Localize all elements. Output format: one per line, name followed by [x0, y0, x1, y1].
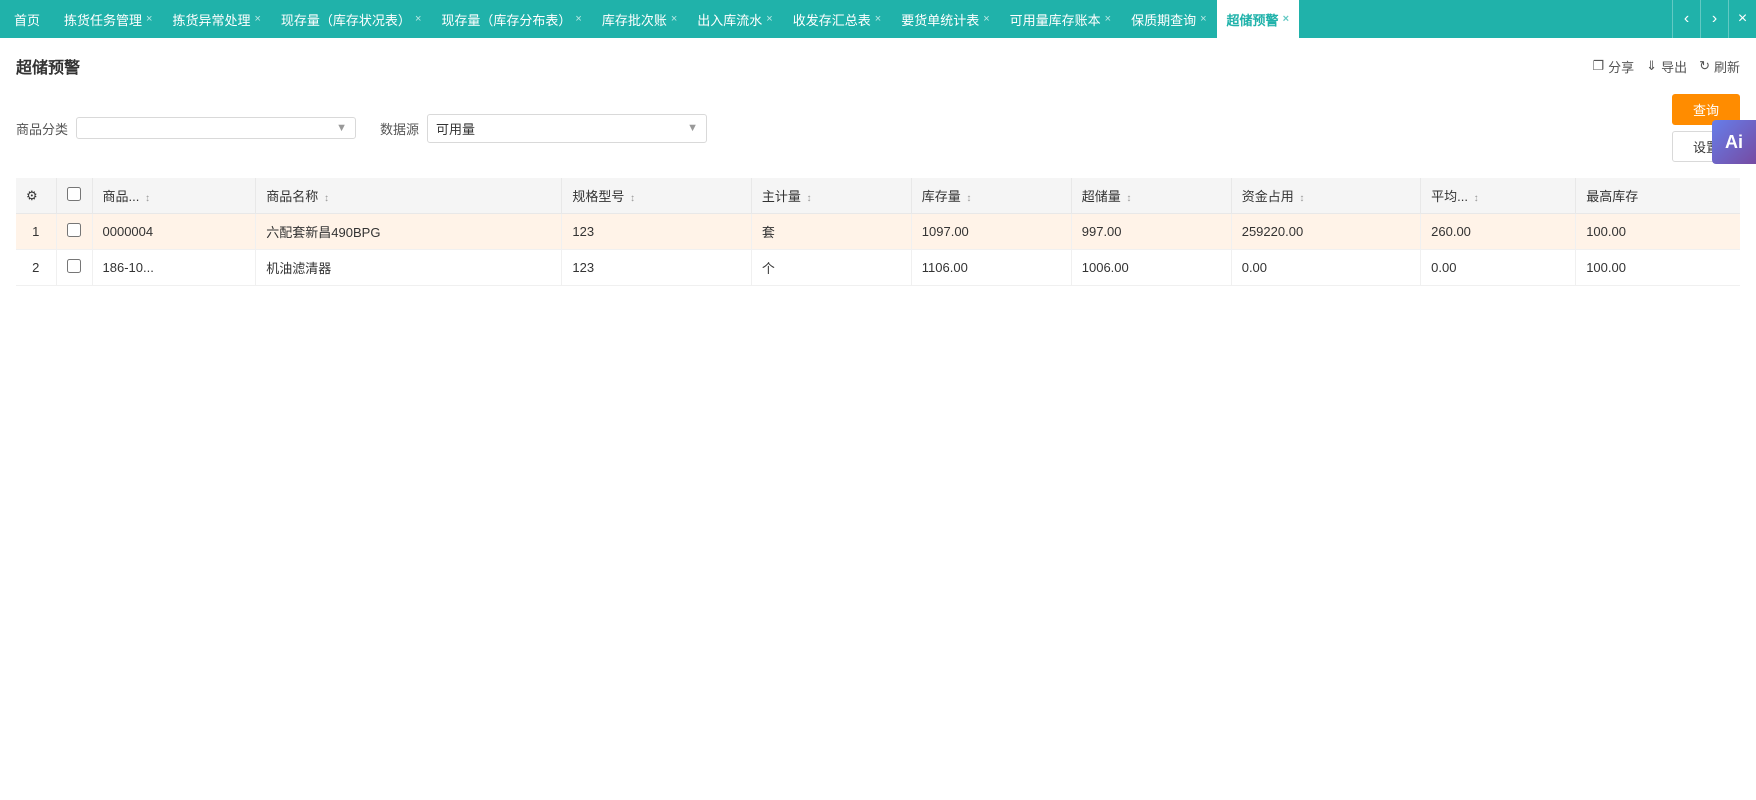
col-capital-sort-icon: ↕ — [1299, 193, 1304, 204]
refresh-action[interactable]: ↻ 刷新 — [1699, 57, 1740, 76]
col-header-checkbox[interactable] — [56, 178, 92, 214]
nav-arrow-close[interactable]: × — [1728, 0, 1756, 38]
export-icon: ⇓ — [1646, 58, 1657, 74]
tab-11[interactable]: 超储预警 × — [1217, 0, 1299, 38]
tab-8[interactable]: 要货单统计表 × — [891, 0, 999, 38]
tab-2[interactable]: 拣货异常处理 × — [162, 0, 270, 38]
col-header-settings[interactable]: ⚙ — [16, 178, 56, 214]
col-unit-sort-icon: ↕ — [806, 193, 811, 204]
datasource-select[interactable]: 可用量 ▼ — [427, 114, 707, 143]
tab-6-close[interactable]: × — [766, 13, 772, 25]
tab-2-close[interactable]: × — [254, 13, 260, 25]
row-over: 997.00 — [1071, 214, 1231, 250]
row-max: 100.00 — [1576, 250, 1740, 286]
data-table: ⚙ 商品... ↕ 商品名称 ↕ 规格型号 ↕ 主计量 — [16, 178, 1740, 286]
col-header-unit[interactable]: 主计量 ↕ — [751, 178, 911, 214]
table-body: 1 0000004 六配套新昌490BPG 123 套 1097.00 997.… — [16, 214, 1740, 286]
row-avg: 260.00 — [1421, 214, 1576, 250]
table-header: ⚙ 商品... ↕ 商品名称 ↕ 规格型号 ↕ 主计量 — [16, 178, 1740, 214]
filter-bar: 商品分类 ▼ 数据源 可用量 ▼ 查询 设置 — [16, 94, 1740, 162]
row-checkbox[interactable] — [67, 259, 81, 273]
share-action[interactable]: ❐ 分享 — [1592, 57, 1634, 76]
tab-10-close[interactable]: × — [1200, 13, 1206, 25]
row-code: 186-10... — [92, 250, 256, 286]
tab-3[interactable]: 现存量（库存状况表） × — [271, 0, 431, 38]
nav-arrows: ‹ › × — [1672, 0, 1756, 38]
tab-4-close[interactable]: × — [575, 13, 581, 25]
tab-5-close[interactable]: × — [671, 13, 677, 25]
tab-4[interactable]: 现存量（库存分布表） × — [431, 0, 591, 38]
col-header-code[interactable]: 商品... ↕ — [92, 178, 256, 214]
row-spec: 123 — [562, 250, 751, 286]
row-checkbox-cell[interactable] — [56, 250, 92, 286]
category-dropdown-icon: ▼ — [336, 122, 347, 134]
row-capital: 259220.00 — [1231, 214, 1420, 250]
tab-5[interactable]: 库存批次账 × — [592, 0, 687, 38]
nav-arrow-left[interactable]: ‹ — [1672, 0, 1700, 38]
col-header-avg[interactable]: 平均... ↕ — [1421, 178, 1576, 214]
row-checkbox-cell[interactable] — [56, 214, 92, 250]
tab-9[interactable]: 可用量库存账本 × — [1000, 0, 1121, 38]
category-filter-group: 商品分类 ▼ — [16, 117, 356, 139]
col-over-sort-icon: ↕ — [1126, 193, 1131, 204]
tab-7-close[interactable]: × — [875, 13, 881, 25]
tab-9-close[interactable]: × — [1105, 13, 1111, 25]
page-title: 超储预警 — [16, 54, 80, 78]
tab-6[interactable]: 出入库流水 × — [687, 0, 782, 38]
page-container: 超储预警 ❐ 分享 ⇓ 导出 ↻ 刷新 商品分类 ▼ 数据源 — [0, 38, 1756, 800]
row-num: 1 — [16, 214, 56, 250]
col-header-max[interactable]: 最高库存 — [1576, 178, 1740, 214]
row-unit: 套 — [751, 214, 911, 250]
tab-11-close[interactable]: × — [1283, 13, 1289, 25]
row-num: 2 — [16, 250, 56, 286]
col-header-stock[interactable]: 库存量 ↕ — [911, 178, 1071, 214]
row-over: 1006.00 — [1071, 250, 1231, 286]
nav-arrow-right[interactable]: › — [1700, 0, 1728, 38]
header-actions: ❐ 分享 ⇓ 导出 ↻ 刷新 — [1592, 57, 1740, 76]
top-navigation: 首页 拣货任务管理 × 拣货异常处理 × 现存量（库存状况表） × 现存量（库存… — [0, 0, 1756, 38]
category-label: 商品分类 — [16, 119, 68, 138]
refresh-icon: ↻ — [1699, 58, 1710, 74]
row-name: 六配套新昌490BPG — [256, 214, 562, 250]
datasource-filter-group: 数据源 可用量 ▼ — [380, 114, 707, 143]
row-avg: 0.00 — [1421, 250, 1576, 286]
col-name-sort-icon: ↕ — [324, 193, 329, 204]
row-stock: 1097.00 — [911, 214, 1071, 250]
col-header-capital[interactable]: 资金占用 ↕ — [1231, 178, 1420, 214]
col-stock-sort-icon: ↕ — [966, 193, 971, 204]
table-row: 1 0000004 六配套新昌490BPG 123 套 1097.00 997.… — [16, 214, 1740, 250]
page-header: 超储预警 ❐ 分享 ⇓ 导出 ↻ 刷新 — [16, 54, 1740, 78]
table-row: 2 186-10... 机油滤清器 123 个 1106.00 1006.00 … — [16, 250, 1740, 286]
col-code-sort-icon: ↕ — [145, 193, 150, 204]
row-unit: 个 — [751, 250, 911, 286]
datasource-select-value: 可用量 — [436, 119, 475, 138]
export-action[interactable]: ⇓ 导出 — [1646, 57, 1687, 76]
row-checkbox[interactable] — [67, 223, 81, 237]
datasource-label: 数据源 — [380, 119, 419, 138]
row-stock: 1106.00 — [911, 250, 1071, 286]
tab-10[interactable]: 保质期查询 × — [1121, 0, 1216, 38]
row-spec: 123 — [562, 214, 751, 250]
table-settings-icon[interactable]: ⚙ — [26, 188, 38, 203]
col-spec-sort-icon: ↕ — [630, 193, 635, 204]
row-name: 机油滤清器 — [256, 250, 562, 286]
tab-7[interactable]: 收发存汇总表 × — [783, 0, 891, 38]
tab-1[interactable]: 拣货任务管理 × — [54, 0, 162, 38]
col-avg-sort-icon: ↕ — [1474, 193, 1479, 204]
row-code: 0000004 — [92, 214, 256, 250]
col-header-over[interactable]: 超储量 ↕ — [1071, 178, 1231, 214]
col-header-name[interactable]: 商品名称 ↕ — [256, 178, 562, 214]
col-header-spec[interactable]: 规格型号 ↕ — [562, 178, 751, 214]
row-capital: 0.00 — [1231, 250, 1420, 286]
select-all-checkbox[interactable] — [67, 187, 81, 201]
nav-home[interactable]: 首页 — [0, 10, 54, 29]
tab-8-close[interactable]: × — [983, 13, 989, 25]
tab-3-close[interactable]: × — [415, 13, 421, 25]
ai-badge[interactable]: Ai — [1712, 120, 1756, 164]
category-select[interactable]: ▼ — [76, 117, 356, 139]
share-icon: ❐ — [1592, 58, 1604, 74]
row-max: 100.00 — [1576, 214, 1740, 250]
datasource-dropdown-icon: ▼ — [687, 122, 698, 134]
tab-1-close[interactable]: × — [146, 13, 152, 25]
